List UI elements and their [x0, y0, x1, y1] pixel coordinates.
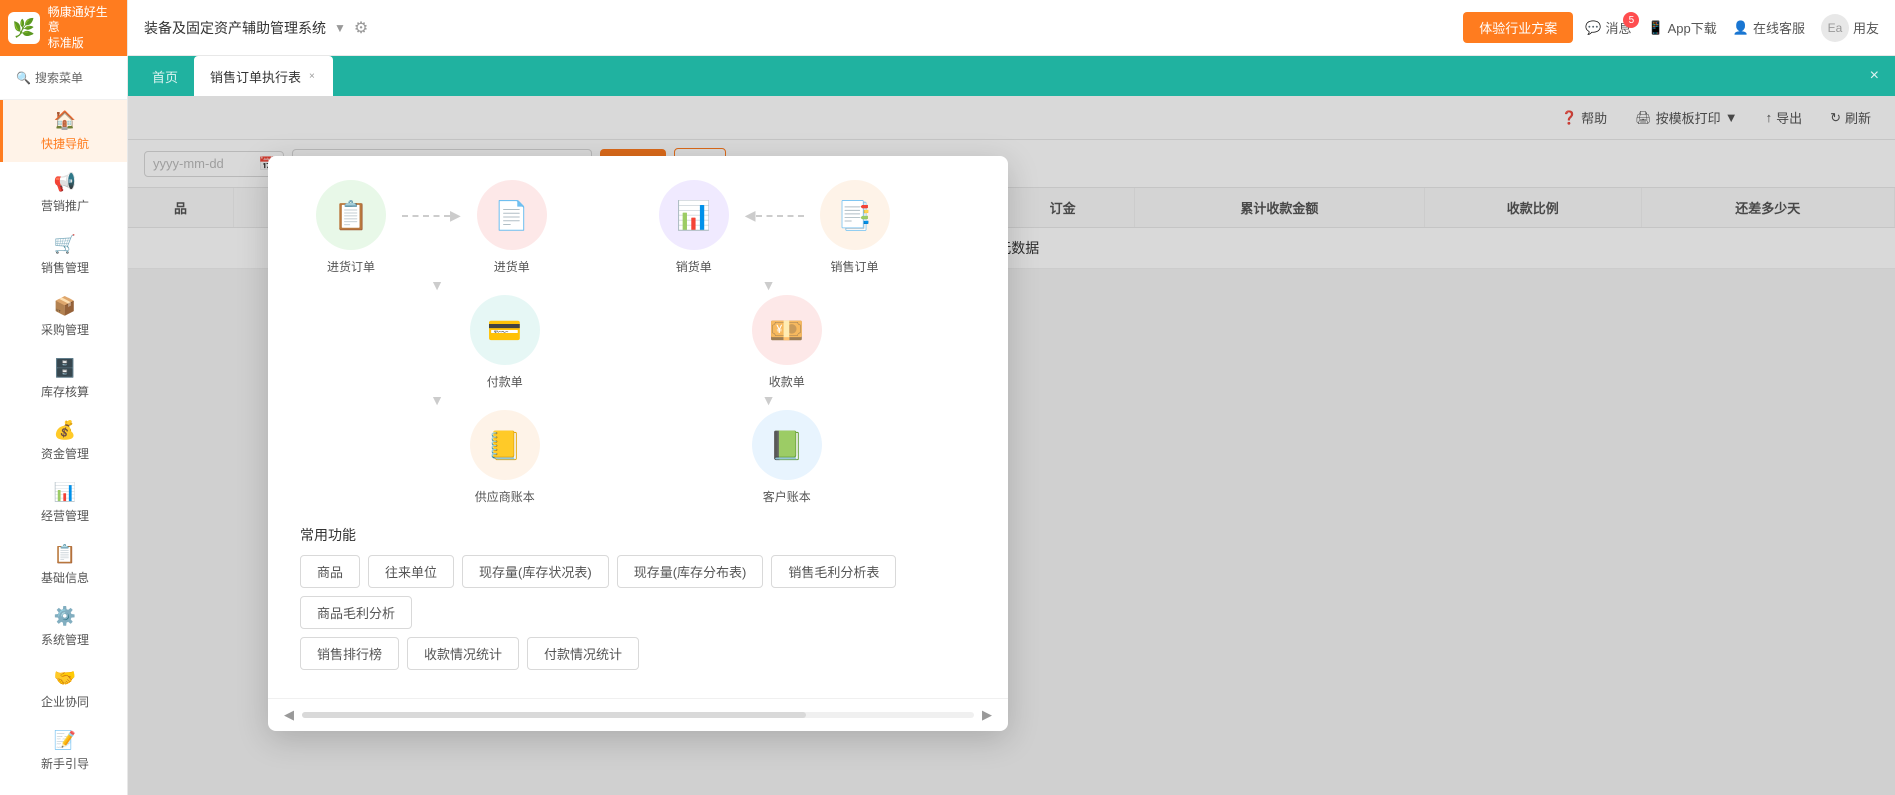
flow-node-sales-bill[interactable]: 📊 销货单 — [659, 180, 729, 275]
sys-mgmt-icon: ⚙️ — [54, 606, 76, 627]
download-icon: 📱 — [1647, 20, 1663, 36]
search-icon: 🔍 — [16, 71, 31, 85]
func-btn-product[interactable]: 商品 — [300, 555, 360, 588]
tabbar: 首页 销售订单执行表 × × — [128, 56, 1895, 96]
sidebar-item-operations[interactable]: 📊 经营管理 — [0, 472, 127, 534]
func-btn-sales-profit[interactable]: 销售毛利分析表 — [771, 555, 896, 588]
message-icon: 💬 — [1585, 20, 1601, 36]
func-btn-product-profit[interactable]: 商品毛利分析 — [300, 596, 412, 629]
trial-button[interactable]: 体验行业方案 — [1463, 12, 1573, 43]
sidebar: 🌿 畅康通好生意 标准版 🔍 搜索菜单 🏠 快捷导航 📢 营销推广 🛒 — [0, 0, 128, 795]
popup-content: 📋 进货订单 ▶ — [268, 156, 1008, 686]
function-buttons-row1: 商品 往来单位 现存量(库存状况表) 现存量(库存分布表) 销售毛利分析表 商品… — [300, 555, 976, 629]
enterprise-icon: 🤝 — [54, 668, 76, 689]
service-icon: 👤 — [1733, 20, 1749, 36]
flow-node-purchase-bill[interactable]: 📄 进货单 — [477, 180, 547, 275]
purchase-order-icon: 📋 — [316, 180, 386, 250]
flow-node-sales-order[interactable]: 📑 销售订单 — [820, 180, 890, 275]
sidebar-logo: 🌿 畅康通好生意 标准版 — [0, 0, 127, 56]
tab-close-all-icon[interactable]: × — [1862, 67, 1887, 85]
topbar-title-area: 装备及固定资产辅助管理系统 ▼ ⚙ — [144, 18, 1451, 38]
tab-home[interactable]: 首页 — [136, 56, 194, 96]
sidebar-item-sales-mgmt[interactable]: 🛒 销售管理 — [0, 224, 127, 286]
func-btn-receipt-stats[interactable]: 收款情况统计 — [407, 637, 519, 670]
tab-sales-order[interactable]: 销售订单执行表 × — [194, 56, 333, 96]
flow-node-receipt-bill[interactable]: 💴 收款单 — [752, 295, 822, 390]
common-functions-title: 常用功能 — [300, 525, 976, 545]
popup-scrollbar: ◀ ▶ — [268, 698, 1008, 731]
operations-icon: 📊 — [54, 482, 76, 503]
sidebar-item-finance[interactable]: 💰 资金管理 — [0, 410, 127, 472]
sidebar-item-enterprise[interactable]: 🤝 企业协同 — [0, 658, 127, 720]
customer-book-icon: 📗 — [752, 410, 822, 480]
logo-icon: 🌿 — [8, 12, 40, 44]
app-download-action[interactable]: 📱 App下载 — [1647, 18, 1716, 37]
purchase-bill-icon: 📄 — [477, 180, 547, 250]
system-dropdown-icon[interactable]: ▼ — [334, 21, 346, 35]
user-action[interactable]: Ea 用友 — [1821, 14, 1879, 42]
popup-overlay: 📋 进货订单 ▶ — [128, 96, 1895, 795]
common-functions-section: 常用功能 商品 往来单位 现存量(库存状况表) 现存量(库存分布表) 销售毛利分… — [300, 525, 976, 670]
sales-order-icon: 📑 — [820, 180, 890, 250]
online-service-action[interactable]: 👤 在线客服 — [1733, 18, 1805, 37]
flow-node-payment-bill[interactable]: 💳 付款单 — [470, 295, 540, 390]
flow-node-supplier-book[interactable]: 📒 供应商账本 — [470, 410, 540, 505]
func-btn-payment-stats[interactable]: 付款情况统计 — [527, 637, 639, 670]
system-name: 装备及固定资产辅助管理系统 — [144, 18, 326, 38]
sidebar-item-basic-info[interactable]: 📋 基础信息 — [0, 534, 127, 596]
flow-node-purchase-order[interactable]: 📋 进货订单 — [316, 180, 386, 275]
quick-nav-popup: 📋 进货订单 ▶ — [268, 156, 1008, 731]
scroll-right-arrow[interactable]: ▶ — [982, 707, 992, 723]
message-action[interactable]: 💬 消息 5 — [1585, 18, 1631, 37]
sidebar-item-sys-mgmt[interactable]: ⚙️ 系统管理 — [0, 596, 127, 658]
sales-icon: 🛒 — [54, 234, 76, 255]
sidebar-nav: 🏠 快捷导航 📢 营销推广 🛒 销售管理 📦 采购管理 🗄️ 库存核算 💰 — [0, 100, 127, 795]
main-content: 装备及固定资产辅助管理系统 ▼ ⚙ 体验行业方案 💬 消息 5 📱 App下载 … — [128, 0, 1895, 795]
settings-gear-icon[interactable]: ⚙ — [354, 18, 368, 38]
new-guide-icon: 📝 — [54, 730, 76, 751]
purchase-icon: 📦 — [54, 296, 76, 317]
sidebar-item-marketing[interactable]: 📢 营销推广 — [0, 162, 127, 224]
sidebar-item-purchase-mgmt[interactable]: 📦 采购管理 — [0, 286, 127, 348]
supplier-book-icon: 📒 — [470, 410, 540, 480]
sidebar-search-area: 🔍 搜索菜单 — [0, 56, 127, 100]
scroll-left-arrow[interactable]: ◀ — [284, 707, 294, 723]
func-btn-sales-rank[interactable]: 销售排行榜 — [300, 637, 399, 670]
sidebar-item-inventory[interactable]: 🗄️ 库存核算 — [0, 348, 127, 410]
func-btn-contacts[interactable]: 往来单位 — [368, 555, 454, 588]
flow-node-customer-book[interactable]: 📗 客户账本 — [752, 410, 822, 505]
payment-bill-icon: 💳 — [470, 295, 540, 365]
marketing-icon: 📢 — [54, 172, 76, 193]
user-avatar: Ea — [1821, 14, 1849, 42]
logo-text: 畅康通好生意 标准版 — [48, 5, 119, 52]
func-btn-stock-dist[interactable]: 现存量(库存分布表) — [617, 555, 764, 588]
flow-diagram: 📋 进货订单 ▶ — [300, 180, 976, 505]
inventory-icon: 🗄️ — [54, 358, 76, 379]
message-badge: 5 — [1623, 12, 1639, 28]
finance-icon: 💰 — [54, 420, 76, 441]
tab-close-icon[interactable]: × — [307, 69, 317, 84]
function-buttons-row2: 销售排行榜 收款情况统计 付款情况统计 — [300, 637, 976, 670]
topbar: 装备及固定资产辅助管理系统 ▼ ⚙ 体验行业方案 💬 消息 5 📱 App下载 … — [128, 0, 1895, 56]
sidebar-item-quick-nav[interactable]: 🏠 快捷导航 — [0, 100, 127, 162]
scrollbar-thumb[interactable] — [302, 712, 806, 718]
func-btn-stock-status[interactable]: 现存量(库存状况表) — [462, 555, 609, 588]
home-icon: 🏠 — [54, 110, 76, 131]
search-menu-button[interactable]: 🔍 搜索菜单 — [8, 64, 119, 91]
sidebar-item-new-guide[interactable]: 📝 新手引导 — [0, 720, 127, 782]
topbar-actions: 💬 消息 5 📱 App下载 👤 在线客服 Ea 用友 — [1585, 14, 1879, 42]
page-area: ❓ 帮助 🖨 按模板打印 ▼ ↑ 导出 ↻ 刷新 — [128, 96, 1895, 795]
receipt-bill-icon: 💴 — [752, 295, 822, 365]
sales-bill-icon: 📊 — [659, 180, 729, 250]
basic-info-icon: 📋 — [54, 544, 76, 565]
